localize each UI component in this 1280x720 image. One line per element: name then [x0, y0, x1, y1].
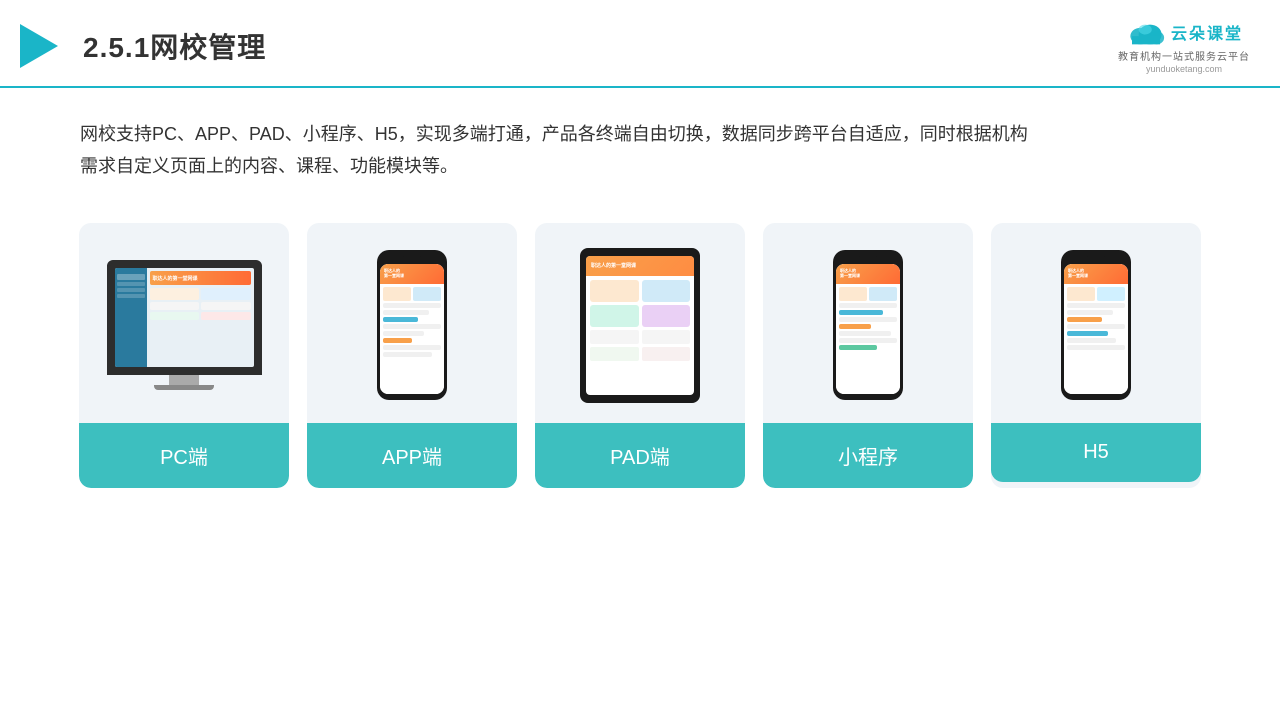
cloud-icon	[1125, 18, 1167, 46]
card-image-miniprogram: 职达人的第一堂网课	[763, 223, 973, 423]
pc-base	[154, 385, 214, 390]
page-header: 2.5.1网校管理 云朵课堂 教育机构一站式服务云平台 yunduoketang…	[0, 0, 1280, 88]
card-image-pad: 职达人的第一堂网课	[535, 223, 745, 423]
cards-container: 职达人的第一堂网课	[0, 193, 1280, 518]
phone-mockup-miniprogram: 职达人的第一堂网课	[833, 250, 903, 400]
phone-screen-app: 职达人的第一堂网课	[380, 264, 444, 394]
logo-area: 云朵课堂 教育机构一站式服务云平台 yunduoketang.com	[1118, 18, 1250, 74]
tablet-mockup: 职达人的第一堂网课	[580, 248, 700, 403]
phone-notch-h5	[1086, 256, 1106, 261]
description-line2: 需求自定义页面上的内容、课程、功能模块等。	[80, 150, 1200, 182]
logo-url: yunduoketang.com	[1146, 64, 1222, 74]
card-label-pad: PAD端	[535, 423, 745, 488]
card-label-pc: PC端	[79, 423, 289, 488]
card-image-h5: 职达人的第一堂网课	[991, 223, 1201, 423]
card-image-app: 职达人的第一堂网课	[307, 223, 517, 423]
card-label-app: APP端	[307, 423, 517, 488]
card-app: 职达人的第一堂网课	[307, 223, 517, 488]
phone-notch	[402, 256, 422, 261]
card-pad: 职达人的第一堂网课 PAD端	[535, 223, 745, 488]
phone-notch-mini	[858, 256, 878, 261]
play-icon	[20, 24, 58, 68]
pc-stand	[169, 375, 199, 385]
card-h5: 职达人的第一堂网课	[991, 223, 1201, 488]
card-label-miniprogram: 小程序	[763, 423, 973, 488]
phone-screen-h5: 职达人的第一堂网课	[1064, 264, 1128, 394]
phone-screen-miniprogram: 职达人的第一堂网课	[836, 264, 900, 394]
card-label-h5: H5	[991, 423, 1201, 482]
description-line1: 网校支持PC、APP、PAD、小程序、H5，实现多端打通，产品各终端自由切换，数…	[80, 118, 1200, 150]
page-title: 2.5.1网校管理	[83, 26, 266, 66]
pc-monitor: 职达人的第一堂网课	[107, 260, 262, 375]
description-area: 网校支持PC、APP、PAD、小程序、H5，实现多端打通，产品各终端自由切换，数…	[0, 88, 1280, 193]
header-left: 2.5.1网校管理	[20, 24, 266, 68]
tablet-screen: 职达人的第一堂网课	[586, 256, 694, 395]
logo-subtitle: 教育机构一站式服务云平台	[1118, 48, 1250, 63]
phone-mockup-app: 职达人的第一堂网课	[377, 250, 447, 400]
logo-cloud: 云朵课堂	[1125, 18, 1243, 46]
pc-mockup: 职达人的第一堂网课	[107, 260, 262, 390]
card-pc: 职达人的第一堂网课	[79, 223, 289, 488]
logo-text: 云朵课堂	[1171, 20, 1243, 44]
card-image-pc: 职达人的第一堂网课	[79, 223, 289, 423]
phone-mockup-h5: 职达人的第一堂网课	[1061, 250, 1131, 400]
pc-screen: 职达人的第一堂网课	[115, 268, 254, 367]
card-miniprogram: 职达人的第一堂网课	[763, 223, 973, 488]
